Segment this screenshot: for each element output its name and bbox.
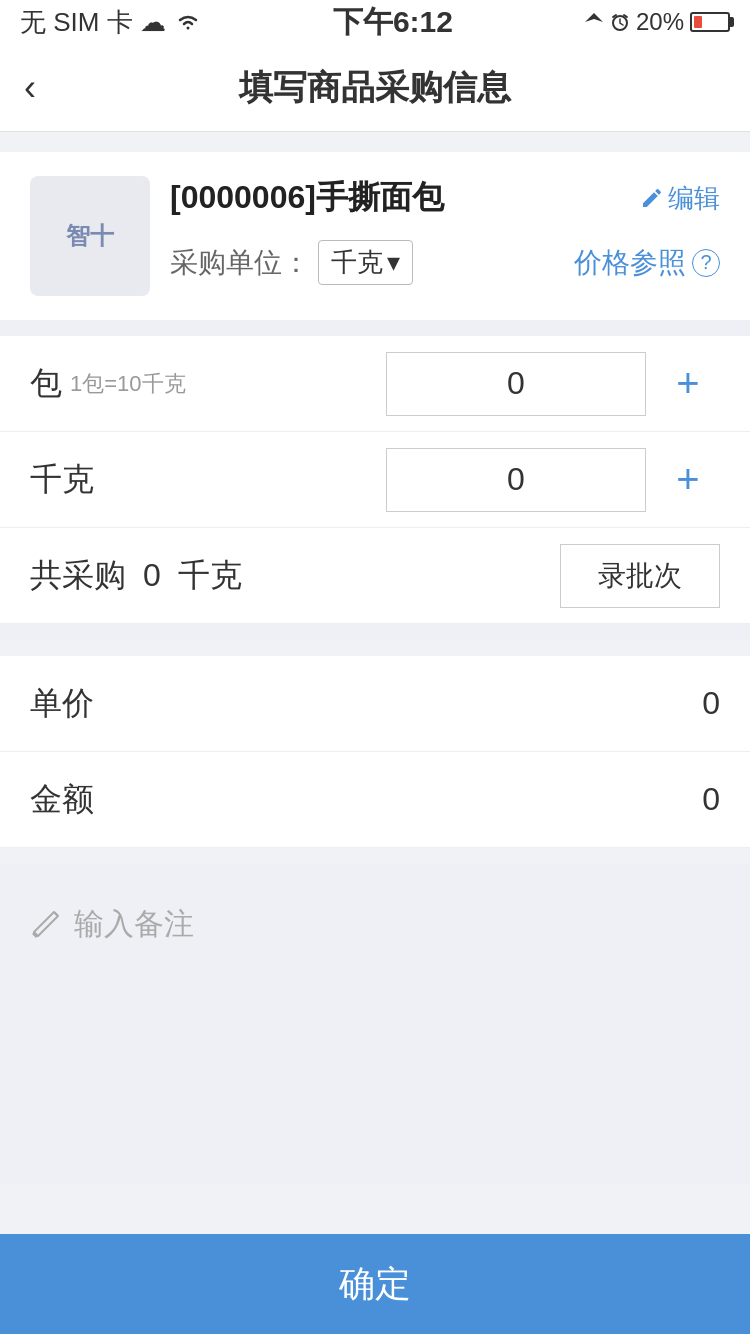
unit-value: 千克 <box>331 245 383 280</box>
unit-price-label: 单价 <box>30 682 94 726</box>
unit-price-value: 0 <box>702 685 720 722</box>
price-section: 单价 0 金额 0 <box>0 656 750 848</box>
product-logo-text: 智十 <box>66 220 114 252</box>
status-bar: 无 SIM 卡 ☁ 下午6:12 20% <box>0 0 750 44</box>
section-divider-1 <box>0 320 750 336</box>
section-divider-2 <box>0 624 750 640</box>
page-title: 填写商品采购信息 <box>239 65 511 111</box>
amount-row: 金额 0 <box>0 752 750 848</box>
location-icon <box>584 12 604 32</box>
bag-input-row: 包 1包=10千克 0 + <box>0 336 750 432</box>
bag-value-input[interactable]: 0 <box>386 352 646 416</box>
product-name-row: [0000006]手撕面包 编辑 <box>170 176 720 220</box>
status-time: 下午6:12 <box>333 2 453 43</box>
note-placeholder: 输入备注 <box>74 904 194 945</box>
bag-label: 包 <box>30 362 62 406</box>
price-ref-link[interactable]: 价格参照 ? <box>574 244 720 282</box>
purchase-unit-row: 采购单位： 千克 ▾ 价格参照 ? <box>170 240 720 285</box>
edit-icon <box>640 186 664 210</box>
bag-plus-button[interactable]: + <box>656 352 720 416</box>
amount-label: 金额 <box>30 778 94 822</box>
nav-bar: ‹ 填写商品采购信息 <box>0 44 750 132</box>
unit-label: 采购单位： <box>170 244 310 282</box>
product-name: [0000006]手撕面包 <box>170 176 444 220</box>
product-thumbnail: 智十 <box>30 176 150 296</box>
kg-label: 千克 <box>30 458 94 502</box>
amount-value: 0 <box>702 781 720 818</box>
summary-prefix: 共采购 <box>30 557 126 593</box>
confirm-button[interactable]: 确定 <box>0 1234 750 1334</box>
input-section: 包 1包=10千克 0 + 千克 0 + 共采购 0 千克 录批次 <box>0 336 750 624</box>
kg-input-row: 千克 0 + <box>0 432 750 528</box>
battery-percent: 20% <box>636 8 684 36</box>
batch-button[interactable]: 录批次 <box>560 544 720 608</box>
back-button[interactable]: ‹ <box>24 67 36 109</box>
status-right: 20% <box>584 8 730 36</box>
bag-sub-label: 1包=10千克 <box>70 369 186 399</box>
status-left: 无 SIM 卡 ☁ <box>20 5 202 40</box>
bottom-spacer <box>0 984 750 1184</box>
price-ref-info-icon: ? <box>692 249 720 277</box>
note-section[interactable]: 输入备注 <box>0 864 750 984</box>
unit-price-row: 单价 0 <box>0 656 750 752</box>
summary-row: 共采购 0 千克 录批次 <box>0 528 750 624</box>
unit-dropdown[interactable]: 千克 ▾ <box>318 240 413 285</box>
product-info: [0000006]手撕面包 编辑 采购单位： 千克 ▾ 价格参照 ? <box>170 176 720 285</box>
kg-input-control: 0 + <box>94 448 720 512</box>
alarm-icon <box>610 12 630 32</box>
summary-value: 0 <box>143 557 161 593</box>
dropdown-arrow-icon: ▾ <box>387 247 400 278</box>
signal-text: 无 SIM 卡 ☁ <box>20 5 166 40</box>
kg-plus-button[interactable]: + <box>656 448 720 512</box>
summary-text: 共采购 0 千克 <box>30 554 242 598</box>
bag-input-control: 0 + <box>186 352 720 416</box>
product-card: 智十 [0000006]手撕面包 编辑 采购单位： 千克 ▾ 价格参照 ? <box>0 152 750 320</box>
pencil-icon <box>30 908 62 940</box>
price-ref-label: 价格参照 <box>574 244 686 282</box>
summary-unit: 千克 <box>178 557 242 593</box>
kg-value-input[interactable]: 0 <box>386 448 646 512</box>
battery-icon <box>690 12 730 32</box>
edit-link[interactable]: 编辑 <box>640 181 720 216</box>
wifi-icon <box>174 12 202 32</box>
edit-label[interactable]: 编辑 <box>668 181 720 216</box>
